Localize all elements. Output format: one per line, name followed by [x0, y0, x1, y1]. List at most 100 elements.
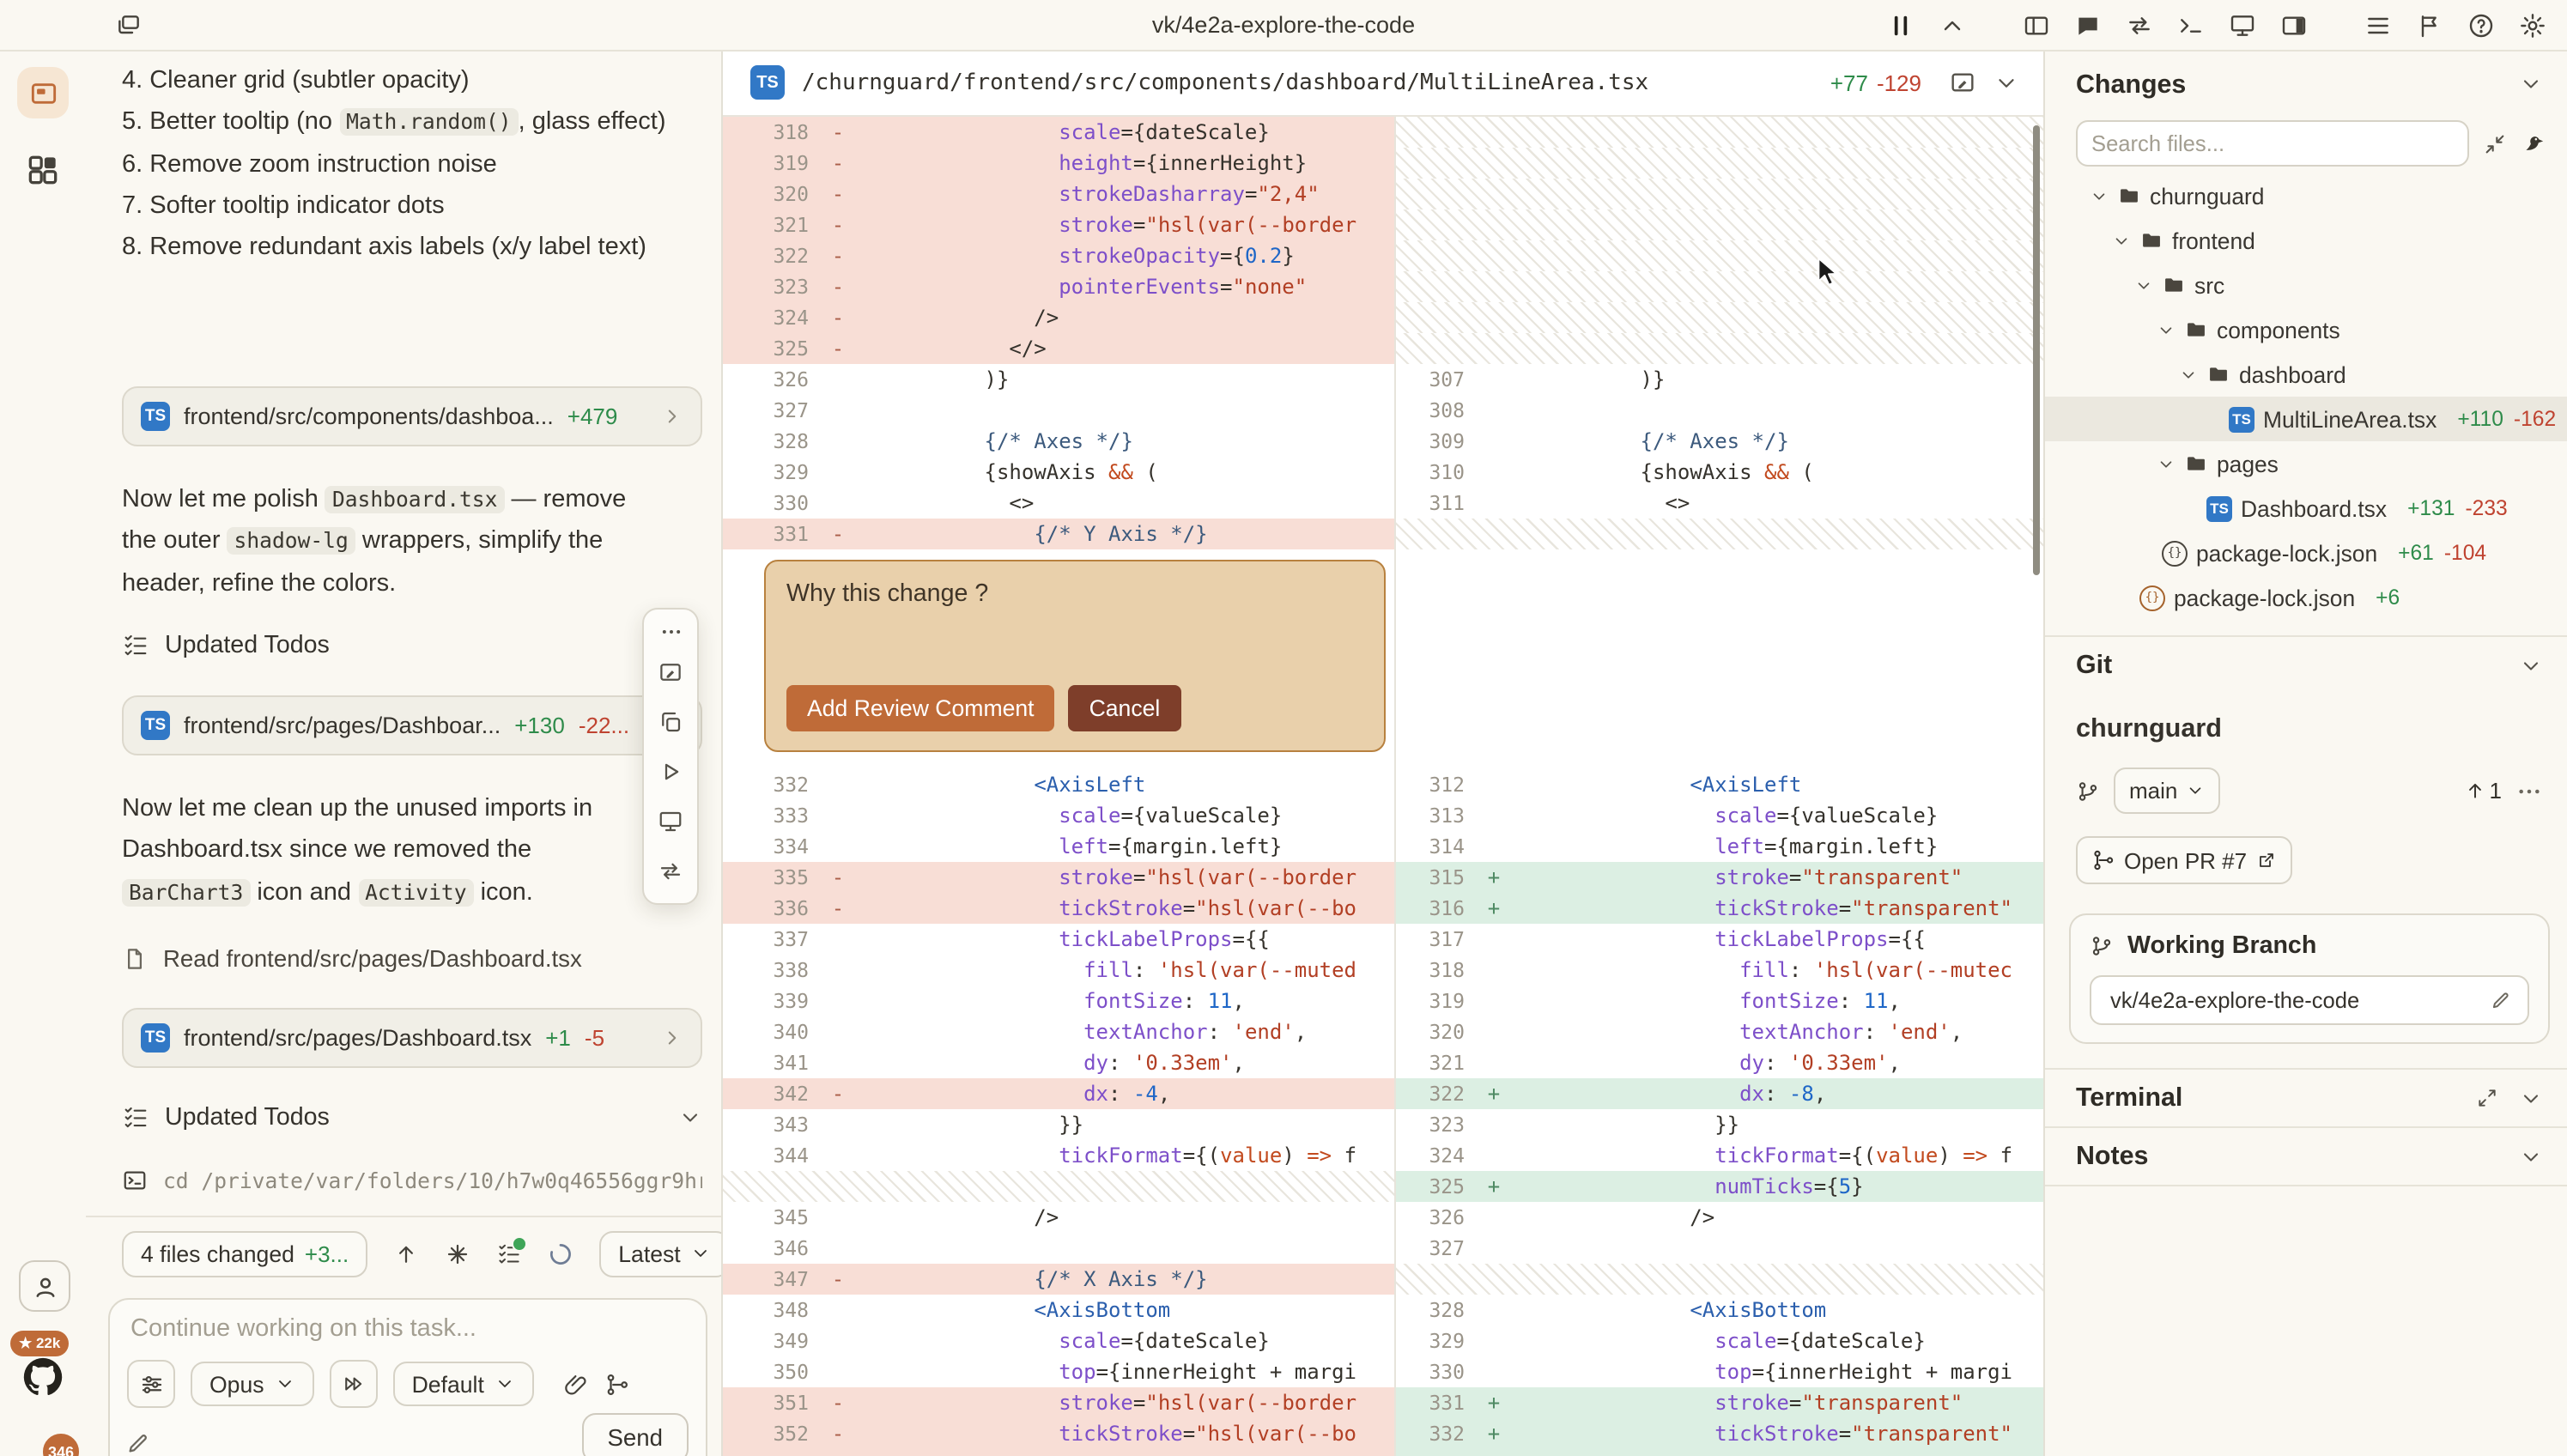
diff-row[interactable]: 342- dx: -4,: [723, 1078, 1394, 1109]
terminal-icon[interactable]: [2176, 10, 2205, 39]
annotate-icon[interactable]: [647, 647, 694, 697]
diff-row[interactable]: 332+ tickStroke="transparent": [1396, 1418, 2043, 1449]
git-merge-icon[interactable]: [604, 1371, 630, 1397]
add-review-comment-button[interactable]: Add Review Comment: [786, 685, 1055, 731]
copy-icon[interactable]: [647, 697, 694, 747]
updated-todos-row[interactable]: Updated Todos: [122, 632, 330, 659]
diff-row[interactable]: 324- />: [723, 302, 1394, 333]
diff-swap-icon[interactable]: [2124, 10, 2153, 39]
read-file-row[interactable]: Read frontend/src/pages/Dashboard.tsx: [122, 946, 582, 972]
diff-scrollbar[interactable]: [2033, 125, 2040, 575]
search-input[interactable]: [2076, 120, 2469, 167]
diff-row[interactable]: 321- stroke="hsl(var(--border: [723, 209, 1394, 240]
menu-icon[interactable]: [2363, 10, 2392, 39]
tree-item-dashboard-tsx[interactable]: TSDashboard.tsx+131-233: [2045, 486, 2567, 531]
git-section-header[interactable]: Git: [2045, 635, 2567, 694]
more-options-icon[interactable]: [2515, 777, 2543, 804]
diff-row[interactable]: 353-: [723, 1449, 1394, 1456]
diff-row[interactable]: 310 {showAxis && (: [1396, 457, 2043, 488]
bird-icon[interactable]: [2521, 129, 2550, 158]
chat-input[interactable]: [127, 1313, 683, 1344]
diff-row[interactable]: 319- height={innerHeight}: [723, 148, 1394, 179]
tree-item-package-lock-json[interactable]: {}package-lock.json+6: [2045, 575, 2567, 620]
diff-row[interactable]: 318- scale={dateScale}: [723, 117, 1394, 148]
diff-row[interactable]: 313 scale={valueScale}: [1396, 800, 2043, 831]
tree-item-churnguard[interactable]: churnguard: [2045, 173, 2567, 218]
collapse-all-icon[interactable]: [2483, 131, 2507, 155]
chevron-up-icon[interactable]: [1937, 10, 1966, 39]
diff-row[interactable]: 349 scale={dateScale}: [723, 1326, 1394, 1356]
right-panel-toggle-icon[interactable]: [2279, 10, 2308, 39]
diff-row[interactable]: 324 tickFormat={(value) => f: [1396, 1140, 2043, 1171]
diff-row[interactable]: 339 fontSize: 11,: [723, 986, 1394, 1016]
diff-row[interactable]: 336- tickStroke="hsl(var(--bo: [723, 893, 1394, 924]
diff-row[interactable]: 340 textAnchor: 'end',: [723, 1016, 1394, 1047]
tree-item-package-lock-json[interactable]: {}package-lock.json+61-104: [2045, 531, 2567, 575]
latest-dropdown[interactable]: Latest: [599, 1230, 721, 1277]
diff-row[interactable]: 311 <>: [1396, 488, 2043, 519]
diff-row[interactable]: 347- {/* X Axis */}: [723, 1264, 1394, 1295]
diff-row[interactable]: 328 {/* Axes */}: [723, 426, 1394, 457]
mode-dropdown[interactable]: Default: [393, 1362, 534, 1406]
diff-row[interactable]: 322+ dx: -8,: [1396, 1078, 2043, 1109]
diff-row[interactable]: 333+: [1396, 1449, 2043, 1456]
diff-row[interactable]: 315+ stroke="transparent": [1396, 862, 2043, 893]
updated-todos-row[interactable]: Updated Todos: [122, 1104, 702, 1131]
terminal-command-row[interactable]: cd /private/var/folders/10/h7w0q46556ggr…: [122, 1168, 702, 1193]
window-stack-icon[interactable]: [113, 10, 143, 39]
diff-row[interactable]: 335- stroke="hsl(var(--border: [723, 862, 1394, 893]
chevron-down-icon[interactable]: [678, 1106, 702, 1130]
diff-row[interactable]: 346: [723, 1233, 1394, 1264]
chevron-down-icon[interactable]: [2519, 1086, 2543, 1110]
attachment-paperclip-icon[interactable]: [563, 1371, 589, 1397]
diff-row[interactable]: 316+ tickStroke="transparent": [1396, 893, 2043, 924]
diff-row[interactable]: 307 )}: [1396, 364, 2043, 395]
diff-row[interactable]: 318 fill: 'hsl(var(--mutec: [1396, 955, 2043, 986]
settings-gear-icon[interactable]: [2517, 10, 2546, 39]
chevron-down-icon[interactable]: [2519, 1144, 2543, 1168]
diff-row[interactable]: 317 tickLabelProps={{: [1396, 924, 2043, 955]
diff-row[interactable]: 326 />: [1396, 1202, 2043, 1233]
tree-item-dashboard[interactable]: dashboard: [2045, 352, 2567, 397]
diff-row[interactable]: 327: [1396, 1233, 2043, 1264]
diff-row[interactable]: 320- strokeDasharray="2,4": [723, 179, 1394, 209]
diff-row[interactable]: 328 <AxisBottom: [1396, 1295, 2043, 1326]
git-compare-icon[interactable]: [647, 846, 694, 896]
cancel-button[interactable]: Cancel: [1069, 685, 1181, 731]
diff-row[interactable]: 309 {/* Axes */}: [1396, 426, 2043, 457]
diff-row[interactable]: 330 top={innerHeight + margi: [1396, 1356, 2043, 1387]
diff-row[interactable]: 333 scale={valueScale}: [723, 800, 1394, 831]
file-change-chip[interactable]: TS frontend/src/pages/Dashboard.tsx +1 -…: [122, 1008, 702, 1068]
review-comment-input[interactable]: Why this change ?: [786, 580, 1363, 608]
diff-row[interactable]: 326 )}: [723, 364, 1394, 395]
workspace-tab-active-icon[interactable]: [17, 67, 69, 118]
diff-row[interactable]: 327: [723, 395, 1394, 426]
files-changed-button[interactable]: 4 files changed +3...: [122, 1230, 367, 1277]
play-icon[interactable]: [647, 747, 694, 797]
tree-item-multilinearea-tsx[interactable]: TSMultiLineArea.tsx+110-162: [2045, 397, 2567, 441]
diff-row[interactable]: 348 <AxisBottom: [723, 1295, 1394, 1326]
preview-monitor-icon[interactable]: [2227, 10, 2256, 39]
open-pr-button[interactable]: Open PR #7: [2076, 836, 2291, 884]
diff-row[interactable]: 323 }}: [1396, 1109, 2043, 1140]
diff-row[interactable]: 329 {showAxis && (: [723, 457, 1394, 488]
edit-pencil-icon[interactable]: [125, 1430, 151, 1456]
diff-row[interactable]: 312 <AxisLeft: [1396, 769, 2043, 800]
chevron-down-icon[interactable]: [1994, 70, 2019, 95]
tree-item-components[interactable]: components: [2045, 307, 2567, 352]
notes-section-header[interactable]: Notes: [2045, 1126, 2567, 1186]
diff-row[interactable]: 350 top={innerHeight + margi: [723, 1356, 1394, 1387]
diff-row[interactable]: 331- {/* Y Axis */}: [723, 519, 1394, 549]
diff-row[interactable]: 329 scale={dateScale}: [1396, 1326, 2043, 1356]
filters-icon[interactable]: [127, 1360, 175, 1408]
diff-row[interactable]: 338 fill: 'hsl(var(--muted: [723, 955, 1394, 986]
pause-icon[interactable]: [1885, 10, 1915, 39]
scroll-up-icon[interactable]: [393, 1241, 419, 1266]
branch-dropdown[interactable]: main: [2114, 767, 2220, 814]
all-workspaces-icon[interactable]: [22, 149, 64, 191]
diff-row[interactable]: 344 tickFormat={(value) => f: [723, 1140, 1394, 1171]
diff-row[interactable]: 321 dy: '0.33em',: [1396, 1047, 2043, 1078]
diff-row[interactable]: 320 textAnchor: 'end',: [1396, 1016, 2043, 1047]
diff-row[interactable]: 345 />: [723, 1202, 1394, 1233]
todos-status-icon[interactable]: [496, 1241, 522, 1266]
